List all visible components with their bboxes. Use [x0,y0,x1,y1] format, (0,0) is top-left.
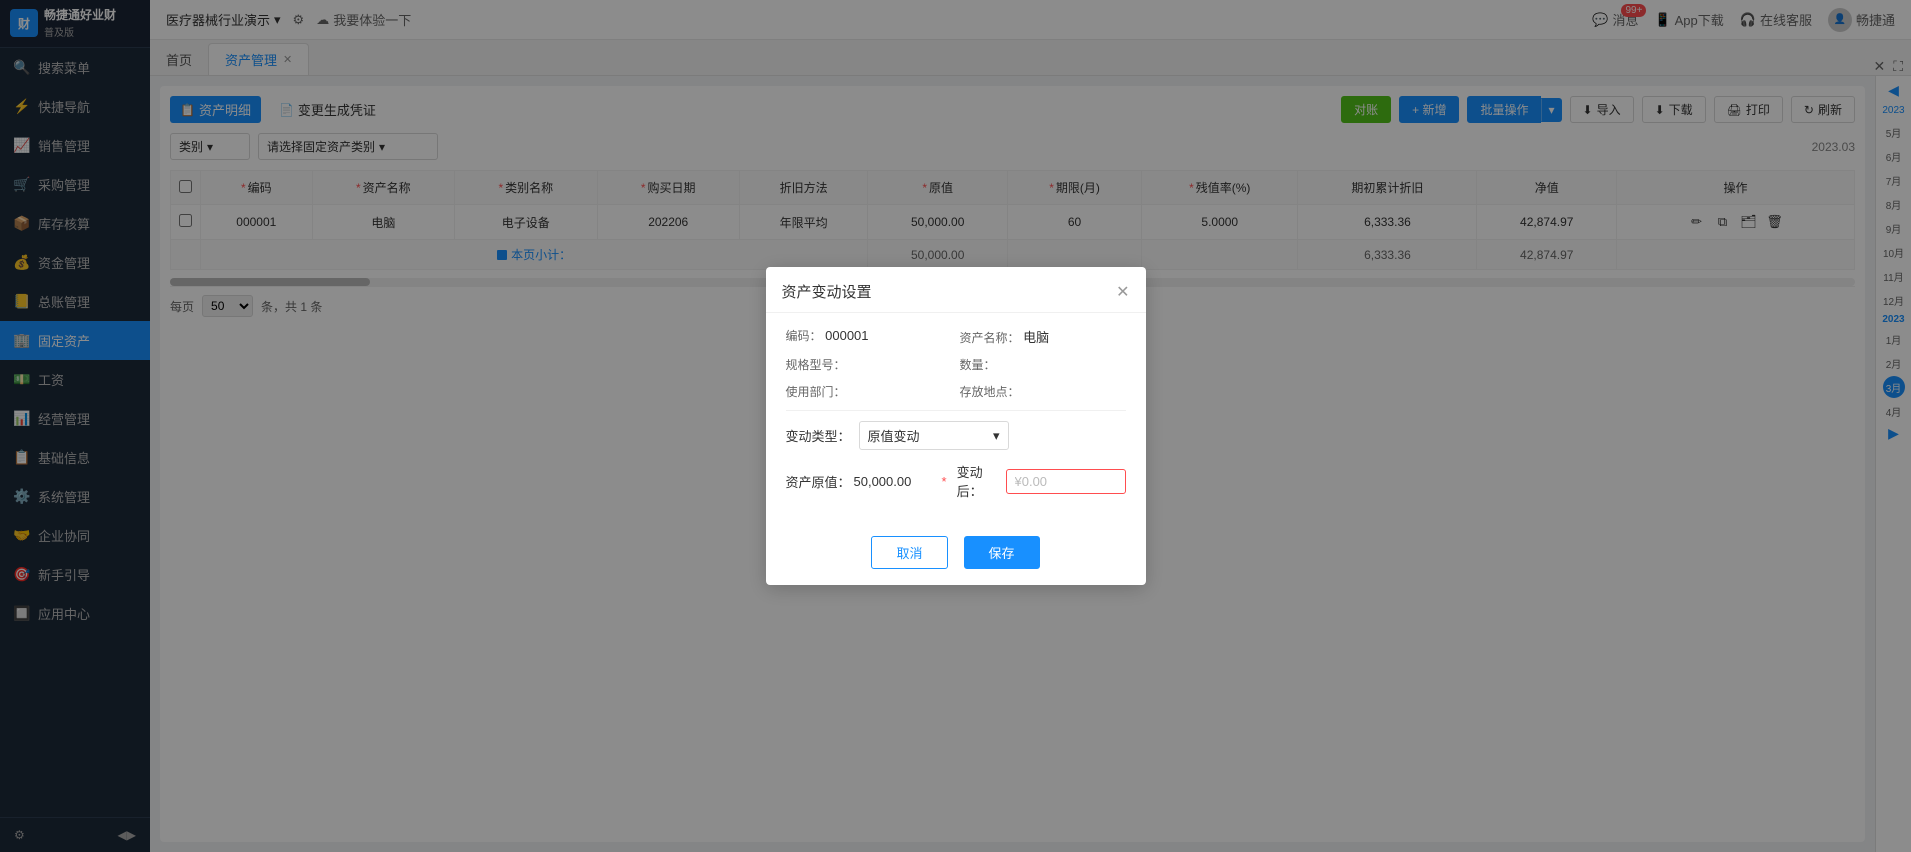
modal-field-location: 存放地点： [960,383,1126,400]
modal-title: 资产变动设置 [782,281,872,302]
cancel-button[interactable]: 取消 [871,536,947,569]
original-value-label: 资产原值： [786,472,846,491]
modal-header: 资产变动设置 ✕ [766,267,1146,313]
modal-field-dept: 使用部门： [786,383,952,400]
modal-divider [786,410,1126,411]
modal-overlay: 资产变动设置 ✕ 编码： 000001 资产名称： 电脑 规格型号： [0,0,1911,852]
modal-field-spec: 规格型号： [786,356,952,373]
modal-row-dept-location: 使用部门： 存放地点： [786,383,1126,400]
change-type-value: 原值变动 [868,426,993,445]
modal-field-name: 资产名称： 电脑 [960,327,1126,346]
modal-change-type-row: 变动类型： 原值变动 ▾ [786,421,1126,450]
after-change-input[interactable] [1006,469,1126,494]
modal-row-code-name: 编码： 000001 资产名称： 电脑 [786,327,1126,346]
asset-change-modal: 资产变动设置 ✕ 编码： 000001 资产名称： 电脑 规格型号： [766,267,1146,585]
original-value-value: 50,000.00 [854,474,934,489]
save-button[interactable]: 保存 [964,536,1040,569]
modal-close-button[interactable]: ✕ [1116,282,1129,302]
change-type-label: 变动类型： [786,426,851,445]
change-type-dropdown-icon: ▾ [993,428,1000,444]
required-mark: * [942,474,947,489]
change-type-select[interactable]: 原值变动 ▾ [859,421,1009,450]
modal-footer: 取消 保存 [766,526,1146,585]
modal-body: 编码： 000001 资产名称： 电脑 规格型号： 数量： [766,313,1146,526]
modal-field-code: 编码： 000001 [786,327,952,346]
modal-row-spec-quantity: 规格型号： 数量： [786,356,1126,373]
modal-field-quantity: 数量： [960,356,1126,373]
modal-value-row: 资产原值： 50,000.00 * 变动后： [786,462,1126,500]
after-change-label: 变动后： [957,462,994,500]
